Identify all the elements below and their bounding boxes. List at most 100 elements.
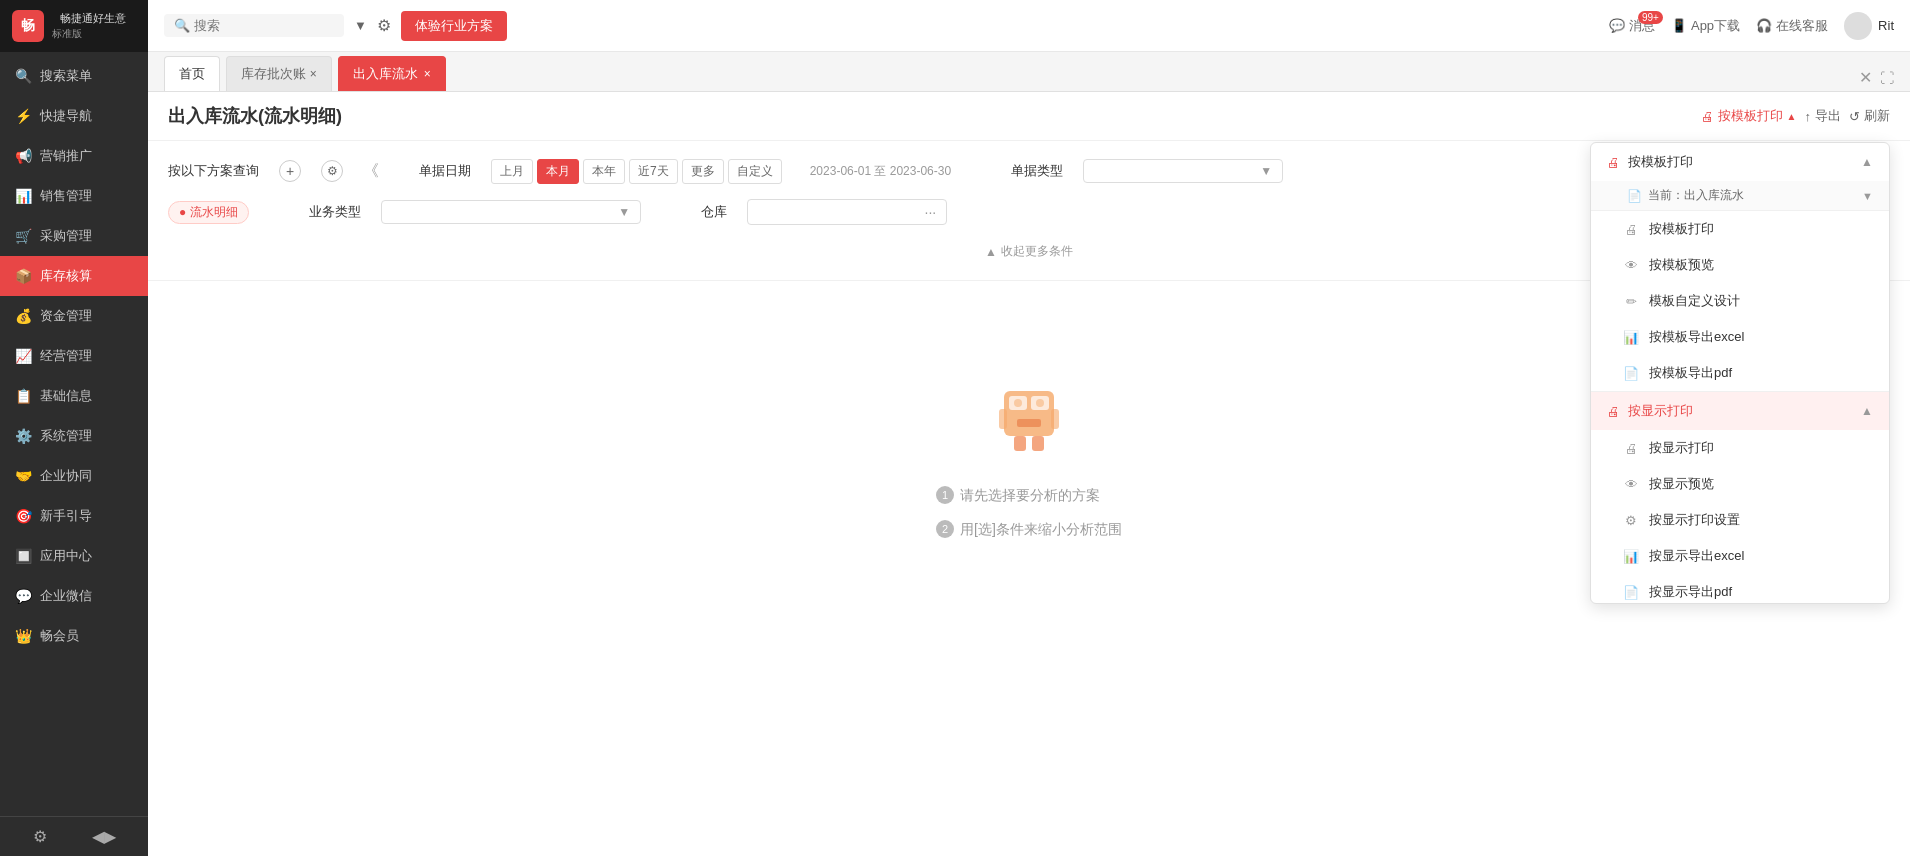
biz-type-select[interactable]: ▼ [381, 200, 641, 224]
sidebar-item-apps[interactable]: 🔲 应用中心 [0, 536, 148, 576]
tab-flow[interactable]: 出入库流水 × [338, 56, 446, 91]
search-input[interactable] [194, 18, 294, 33]
avatar [1844, 12, 1872, 40]
display-section-arrow: ▲ [1861, 404, 1873, 418]
flow-tag-filter[interactable]: ● 流水明细 [168, 201, 249, 224]
export-icon: ↑ [1805, 109, 1812, 124]
sidebar-item-system[interactable]: ⚙️ 系统管理 [0, 416, 148, 456]
sidebar-nav: 🔍 搜索菜单 ⚡ 快捷导航 📢 营销推广 📊 销售管理 🛒 采购管理 📦 库存核… [0, 52, 148, 816]
svg-rect-4 [999, 409, 1007, 429]
template-print-section-header[interactable]: 🖨 按模板打印 ▲ [1591, 143, 1889, 181]
tab-batch-account[interactable]: 库存批次账 × [226, 56, 332, 91]
tab-batch-account-close[interactable]: × [310, 67, 317, 81]
refresh-button[interactable]: ↺ 刷新 [1849, 107, 1890, 125]
dropdown-display-settings[interactable]: ⚙ 按显示打印设置 [1591, 502, 1889, 538]
display-excel-icon: 📊 [1623, 548, 1639, 564]
section-arrow-up: ▲ [1861, 155, 1873, 169]
settings-button[interactable]: ⚙ [33, 827, 47, 846]
date-custom-button[interactable]: 自定义 [728, 159, 782, 184]
date-recent7-button[interactable]: 近7天 [629, 159, 678, 184]
expand-tab-button[interactable]: ⛶ [1880, 70, 1894, 86]
topbar-gear-icon[interactable]: ⚙ [377, 16, 391, 35]
tab-flow-close[interactable]: × [424, 67, 431, 81]
sidebar-item-basics[interactable]: 📋 基础信息 [0, 376, 148, 416]
online-service-button[interactable]: 🎧 在线客服 [1756, 17, 1828, 35]
empty-hint-1: 1 请先选择要分析的方案 [936, 481, 1122, 509]
sidebar-item-finance[interactable]: 💰 资金管理 [0, 296, 148, 336]
sidebar-item-search[interactable]: 🔍 搜索菜单 [0, 56, 148, 96]
template-pdf-icon: 📄 [1623, 365, 1639, 381]
app-download-label: App下载 [1691, 17, 1740, 35]
svg-rect-5 [1051, 409, 1059, 429]
chevron-up-icon: ▲ [985, 245, 997, 259]
date-current-month-button[interactable]: 本月 [537, 159, 579, 184]
phone-icon: 📱 [1671, 18, 1687, 33]
app-download-button[interactable]: 📱 App下载 [1671, 17, 1740, 35]
sidebar-item-inventory[interactable]: 📦 库存核算 [0, 256, 148, 296]
date-current-year-button[interactable]: 本年 [583, 159, 625, 184]
sidebar-item-member[interactable]: 👑 畅会员 [0, 616, 148, 656]
template-custom-icon: ✏ [1623, 293, 1639, 309]
topbar-dropdown-arrow[interactable]: ▼ [354, 18, 367, 33]
sidebar-item-quick-nav[interactable]: ⚡ 快捷导航 [0, 96, 148, 136]
trial-button[interactable]: 体验行业方案 [401, 11, 507, 41]
filter-collapse-button[interactable]: 《 [363, 161, 379, 182]
template-preview-icon: 👁 [1623, 257, 1639, 273]
svg-point-9 [1036, 399, 1044, 407]
topbar-right: 💬 消息 99+ 📱 App下载 🎧 在线客服 Rit [1609, 12, 1894, 40]
collapse-sidebar-button[interactable]: ◀▶ [92, 827, 116, 846]
dropdown-template-pdf[interactable]: 📄 按模板导出pdf [1591, 355, 1889, 391]
close-tab-button[interactable]: ✕ [1859, 68, 1872, 87]
sidebar-bottom: ⚙ ◀▶ [0, 816, 148, 856]
dropdown-template-preview[interactable]: 👁 按模板预览 [1591, 247, 1889, 283]
sidebar-item-wechat[interactable]: 💬 企业微信 [0, 576, 148, 616]
display-pdf-icon: 📄 [1623, 584, 1639, 600]
sidebar-item-marketing[interactable]: 📢 营销推广 [0, 136, 148, 176]
sidebar-item-guide[interactable]: 🎯 新手引导 [0, 496, 148, 536]
dropdown-display-pdf[interactable]: 📄 按显示导出pdf [1591, 574, 1889, 603]
dropdown-template-print[interactable]: 🖨 按模板打印 [1591, 211, 1889, 247]
dropdown-scroll-area: 🖨 按模板打印 ▲ 📄 当前：出入库流水 ▼ 🖨 [1591, 143, 1889, 603]
message-button[interactable]: 💬 消息 99+ [1609, 17, 1655, 35]
logo-subtitle: 标准版 [52, 27, 126, 41]
tab-bar: 首页 库存批次账 × 出入库流水 × ✕ ⛶ [148, 52, 1910, 92]
current-template-item[interactable]: 📄 当前：出入库流水 ▼ [1591, 181, 1889, 210]
inventory-icon: 📦 [14, 267, 32, 285]
export-button[interactable]: ↑ 导出 [1805, 107, 1842, 125]
chevron-up-icon: ▲ [1787, 111, 1797, 122]
display-print-icon: 🖨 [1623, 440, 1639, 456]
sidebar-item-collab[interactable]: 🤝 企业协同 [0, 456, 148, 496]
filter-label: 按以下方案查询 [168, 162, 259, 180]
username-label: Rit [1878, 18, 1894, 33]
date-more-button[interactable]: 更多 [682, 159, 724, 184]
topbar-search-box[interactable]: 🔍 [164, 14, 344, 37]
sidebar-item-operation[interactable]: 📈 经营管理 [0, 336, 148, 376]
current-template-icon: 📄 [1627, 189, 1642, 203]
quick-nav-icon: ⚡ [14, 107, 32, 125]
date-filter-label: 单据日期 [419, 162, 471, 180]
warehouse-dots[interactable]: ··· [925, 204, 937, 220]
dropdown-template-excel[interactable]: 📊 按模板导出excel [1591, 319, 1889, 355]
user-area[interactable]: Rit [1844, 12, 1894, 40]
empty-illustration [979, 361, 1079, 461]
warehouse-select[interactable]: ··· [747, 199, 947, 225]
sidebar-item-sales[interactable]: 📊 销售管理 [0, 176, 148, 216]
dropdown-display-preview[interactable]: 👁 按显示预览 [1591, 466, 1889, 502]
sidebar-item-purchase[interactable]: 🛒 采购管理 [0, 216, 148, 256]
dropdown-display-print[interactable]: 🖨 按显示打印 [1591, 430, 1889, 466]
display-printer-icon: 🖨 [1607, 404, 1620, 419]
logo-title: 畅捷通好生意 [60, 11, 126, 26]
dropdown-display-excel[interactable]: 📊 按显示导出excel [1591, 538, 1889, 574]
dropdown-template-custom[interactable]: ✏ 模板自定义设计 [1591, 283, 1889, 319]
display-print-section-header[interactable]: 🖨 按显示打印 ▲ [1591, 392, 1889, 430]
filter-settings-button[interactable]: ⚙ [321, 160, 343, 182]
finance-icon: 💰 [14, 307, 32, 325]
filter-add-button[interactable]: + [279, 160, 301, 182]
tab-home[interactable]: 首页 [164, 56, 220, 91]
template-print-button[interactable]: 🖨 按模板打印 ▲ [1701, 107, 1797, 125]
sidebar: 畅 畅捷通好生意 标准版 🔍 搜索菜单 ⚡ 快捷导航 📢 营销推广 📊 销售管理… [0, 0, 148, 856]
date-prev-month-button[interactable]: 上月 [491, 159, 533, 184]
doc-type-select[interactable]: ▼ [1083, 159, 1283, 183]
page-title: 出入库流水(流水明细) [168, 104, 342, 128]
search-icon: 🔍 [14, 67, 32, 85]
